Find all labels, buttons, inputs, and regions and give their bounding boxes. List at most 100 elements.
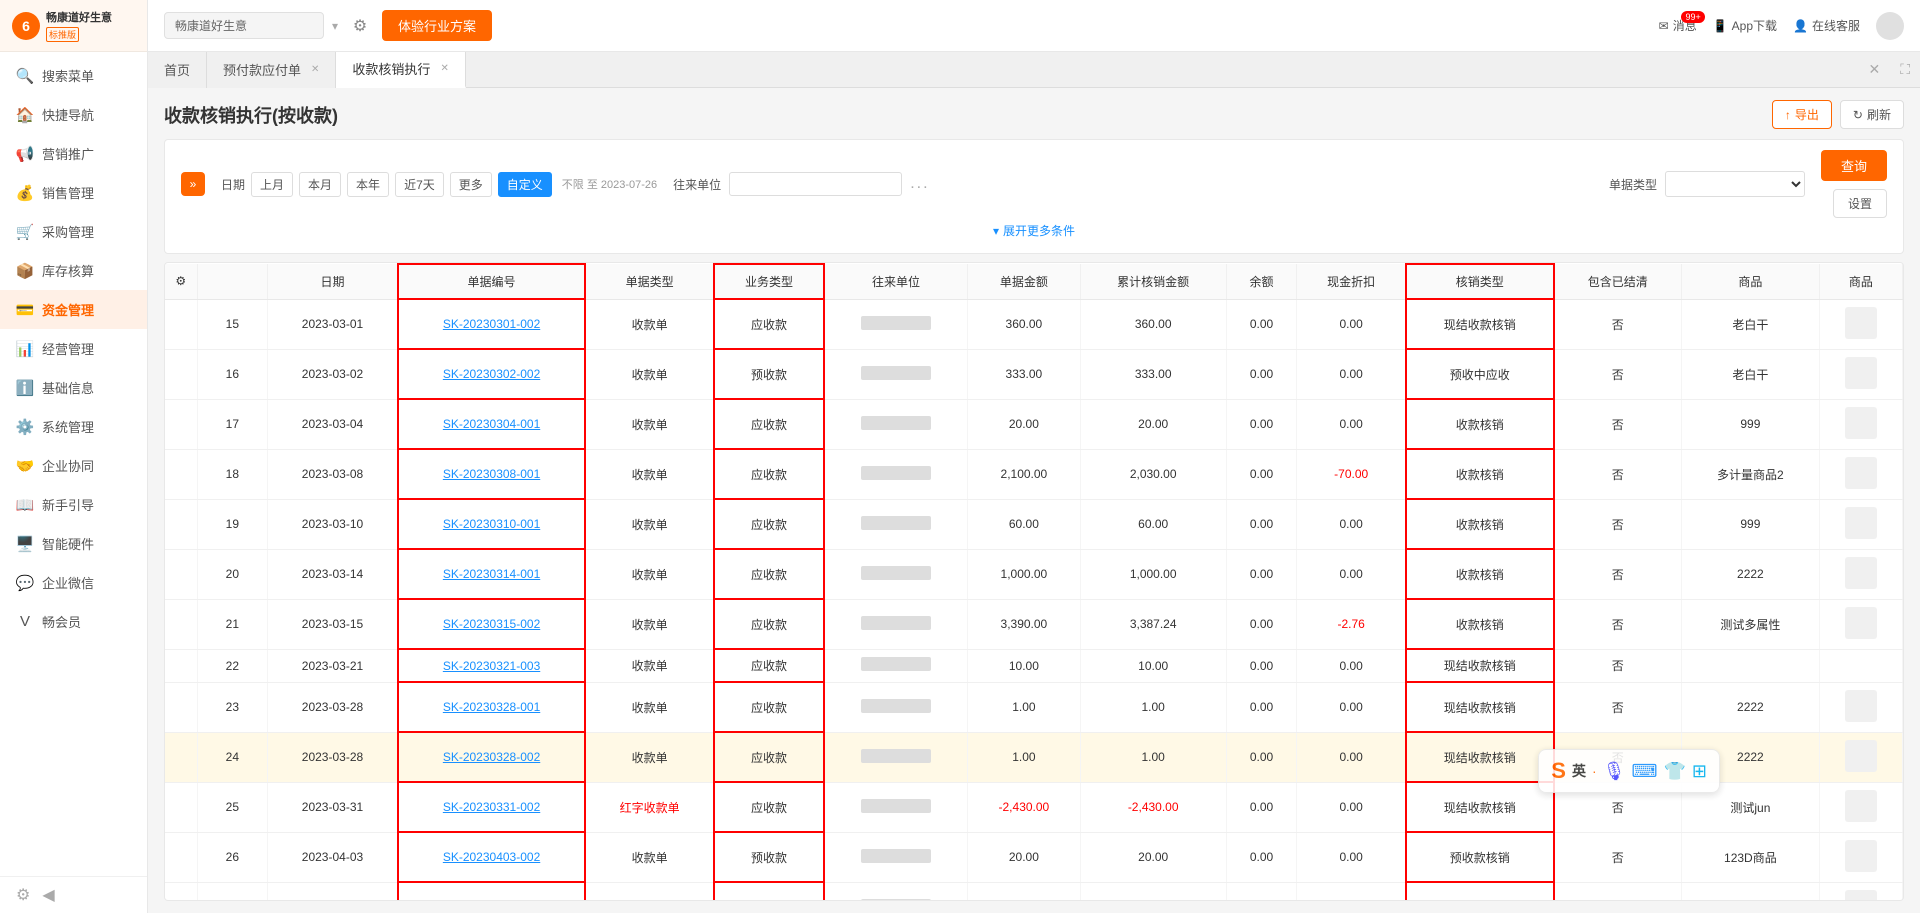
td-date: 2023-03-28	[268, 732, 398, 782]
tab-home[interactable]: 首页	[148, 52, 207, 88]
sidebar-item-basic[interactable]: ℹ️基础信息	[0, 368, 147, 407]
close-window-btn[interactable]: ✕	[1858, 61, 1890, 78]
sidebar-item-search[interactable]: 🔍搜索菜单	[0, 56, 147, 95]
td-cancel-type: 现结收款核销	[1406, 882, 1554, 901]
bill-no-link[interactable]: SK-20230408-001	[443, 900, 540, 901]
td-biz-type: 预收款	[714, 832, 824, 882]
td-cash-discount: 0.00	[1297, 732, 1406, 782]
tab-prepay[interactable]: 预付款应付单 ✕	[207, 52, 336, 88]
td-biz-type: 应收款	[714, 782, 824, 832]
date-label: 日期	[221, 176, 245, 193]
sidebar-item-label: 企业协同	[42, 456, 94, 475]
message-icon: ✉	[1659, 19, 1669, 33]
sidebar-bottom: ⚙ ◀	[0, 876, 147, 913]
td-goods: 999	[1682, 399, 1820, 449]
th-settings[interactable]: ⚙	[165, 264, 197, 299]
td-no: 21	[197, 599, 268, 649]
sidebar-item-member[interactable]: V畅会员	[0, 602, 147, 641]
online-service-btn[interactable]: 👤 在线客服	[1793, 17, 1860, 34]
td-goods-img	[1819, 682, 1902, 732]
last-7-days-btn[interactable]: 近7天	[395, 172, 444, 197]
tab-collection[interactable]: 收款核销执行 ✕	[336, 52, 465, 88]
user-avatar[interactable]	[1876, 12, 1904, 40]
td-bill-amt: 60.00	[968, 499, 1081, 549]
bill-no-link[interactable]: SK-20230328-001	[443, 700, 540, 714]
th-no	[197, 264, 268, 299]
td-biz-type: 应收款	[714, 399, 824, 449]
filter-settings-btn[interactable]: 设置	[1833, 189, 1887, 218]
bill-no-link[interactable]: SK-20230403-002	[443, 850, 540, 864]
bill-no-link[interactable]: SK-20230315-002	[443, 617, 540, 631]
bill-no-link[interactable]: SK-20230310-001	[443, 517, 540, 531]
td-accum-amt: 20.00	[1080, 832, 1226, 882]
marketing-icon: 📢	[16, 145, 34, 163]
tab-prepay-close-icon[interactable]: ✕	[311, 64, 319, 75]
td-goods-img	[1819, 499, 1902, 549]
bill-no-link[interactable]: SK-20230321-003	[443, 659, 540, 673]
unit-dots-icon[interactable]: ...	[910, 175, 929, 193]
td-accum-amt: -2,430.00	[1080, 782, 1226, 832]
td-bill-amt: 360.00	[968, 299, 1081, 349]
operation-icon: 📊	[16, 340, 34, 358]
industry-btn[interactable]: 体验行业方案	[382, 10, 492, 41]
td-biz-type: 应收款	[714, 649, 824, 682]
last-month-btn[interactable]: 上月	[251, 172, 293, 197]
td-include-settled: 否	[1554, 499, 1682, 549]
more-dates-btn[interactable]: 更多	[450, 172, 492, 197]
maximize-btn[interactable]: ⛶	[1890, 61, 1920, 78]
filter-row: » 日期 上月 本月 本年 近7天 更多 自定义 不限 至 2023-07-26…	[181, 150, 1887, 218]
bill-no-link[interactable]: SK-20230314-001	[443, 567, 540, 581]
td-no: 16	[197, 349, 268, 399]
bill-no-link[interactable]: SK-20230304-001	[443, 417, 540, 431]
sidebar-item-purchase[interactable]: 🛒采购管理	[0, 212, 147, 251]
bill-no-link[interactable]: SK-20230302-002	[443, 367, 540, 381]
td-cash-discount: 0.00	[1297, 882, 1406, 901]
this-month-btn[interactable]: 本月	[299, 172, 341, 197]
td-bill-no: SK-20230310-001	[398, 499, 585, 549]
watermark: S 英 · 🎙 ⌨ 👕 ⊞	[1538, 749, 1720, 793]
expand-conditions-btn[interactable]: ▾ 展开更多条件	[181, 222, 1887, 239]
sidebar-item-wechat[interactable]: 💬企业微信	[0, 563, 147, 602]
bill-no-link[interactable]: SK-20230328-002	[443, 750, 540, 764]
bill-type-select[interactable]	[1665, 171, 1805, 197]
unit-input[interactable]	[729, 172, 902, 196]
messages-btn[interactable]: ✉ 消息 99+	[1659, 17, 1697, 34]
sidebar-item-collab[interactable]: 🤝企业协同	[0, 446, 147, 485]
bill-no-link[interactable]: SK-20230301-002	[443, 317, 540, 331]
custom-date-btn[interactable]: 自定义	[498, 172, 552, 197]
sidebar-item-label: 智能硬件	[42, 534, 94, 553]
collapse-icon[interactable]: ◀	[42, 885, 54, 905]
dropdown-arrow-icon[interactable]: ▾	[332, 19, 338, 33]
app-download-btn[interactable]: 📱 App下载	[1713, 17, 1777, 34]
td-date: 2023-03-14	[268, 549, 398, 599]
export-btn[interactable]: ↑ 导出	[1772, 100, 1832, 129]
bill-no-link[interactable]: SK-20230308-001	[443, 467, 540, 481]
filter-toggle-btn[interactable]: »	[181, 172, 205, 196]
td-balance: 0.00	[1226, 449, 1297, 499]
sidebar-item-guide[interactable]: 📖新手引导	[0, 485, 147, 524]
sidebar-item-shortcut[interactable]: 🏠快捷导航	[0, 95, 147, 134]
tab-collection-close-icon[interactable]: ✕	[440, 63, 448, 74]
filter-unit: 往来单位 ...	[673, 172, 1593, 196]
sidebar-item-system[interactable]: ⚙️系统管理	[0, 407, 147, 446]
sidebar-item-finance[interactable]: 💳资金管理	[0, 290, 147, 329]
query-btn[interactable]: 查询	[1821, 150, 1887, 181]
sidebar-item-marketing[interactable]: 📢营销推广	[0, 134, 147, 173]
td-bill-amt: 3,390.00	[968, 599, 1081, 649]
td-bill-type: 收款单	[585, 649, 714, 682]
settings-icon[interactable]: ⚙	[16, 885, 30, 905]
td-cash-discount: -70.00	[1297, 449, 1406, 499]
this-year-btn[interactable]: 本年	[347, 172, 389, 197]
expand-icon: ▾	[993, 224, 999, 238]
td-goods-img	[1819, 882, 1902, 901]
td-bill-type: 收款单	[585, 499, 714, 549]
sidebar-item-inventory[interactable]: 📦库存核算	[0, 251, 147, 290]
bill-no-link[interactable]: SK-20230331-002	[443, 800, 540, 814]
sidebar-item-hardware[interactable]: 🖥️智能硬件	[0, 524, 147, 563]
td-biz-type: 应收款	[714, 549, 824, 599]
sidebar-item-operation[interactable]: 📊经营管理	[0, 329, 147, 368]
td-goods-img	[1819, 449, 1902, 499]
sidebar-item-sales[interactable]: 💰销售管理	[0, 173, 147, 212]
refresh-btn[interactable]: ↻ 刷新	[1840, 100, 1904, 129]
topbar-gear-icon[interactable]: ⚙	[346, 12, 374, 40]
